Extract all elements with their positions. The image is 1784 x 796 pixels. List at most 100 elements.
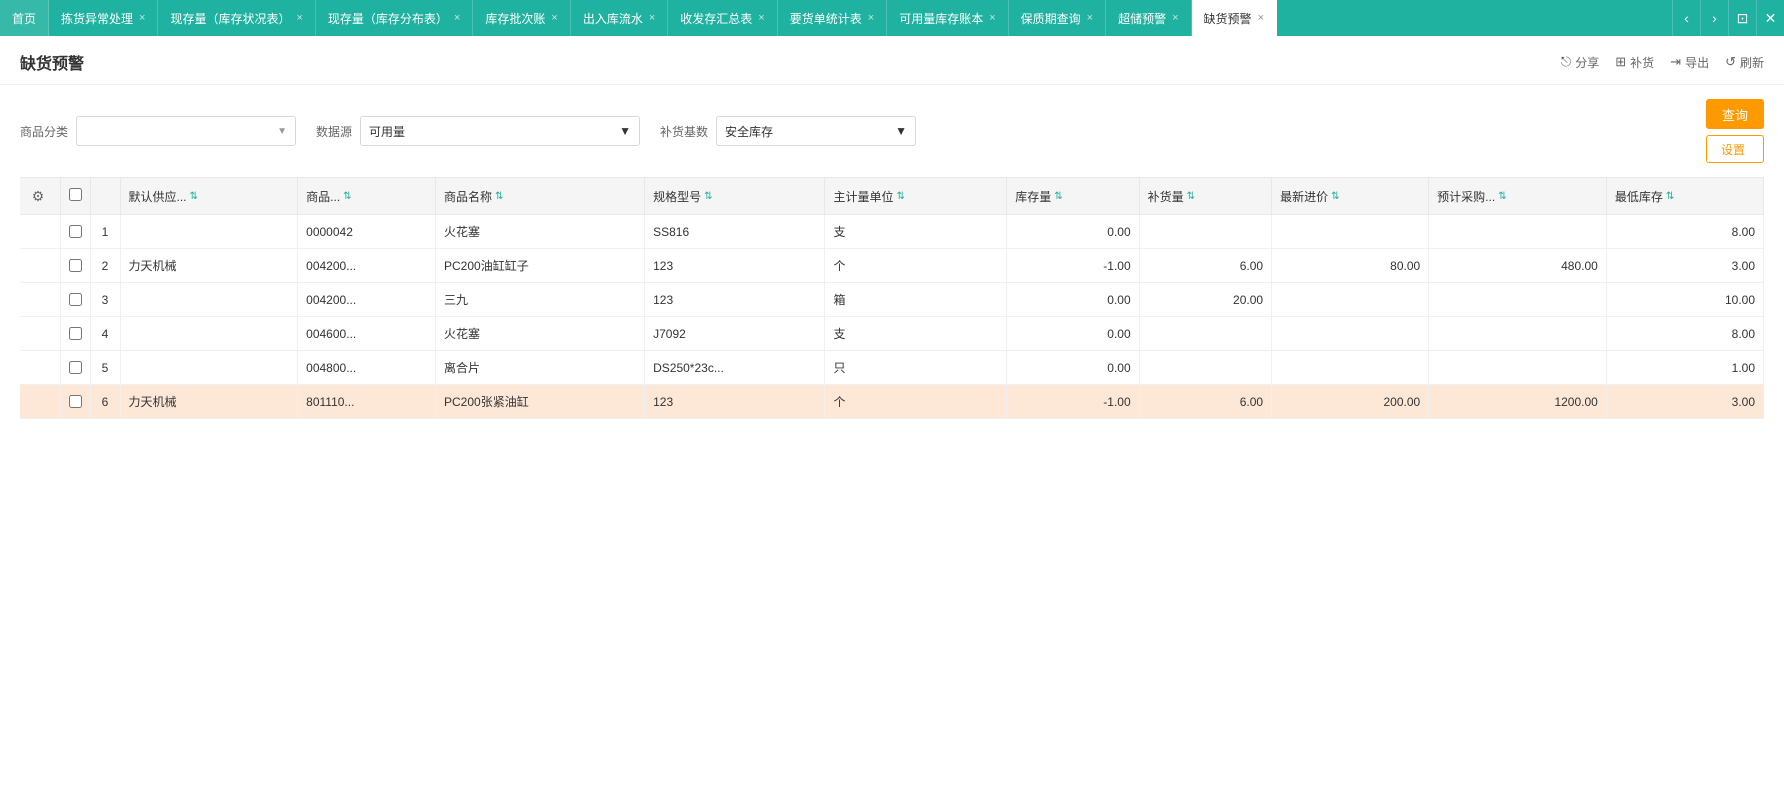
close-tab-picking[interactable]: × (139, 12, 145, 24)
category-label: 商品分类 (20, 123, 68, 140)
tab-picking[interactable]: 拣货异常处理 × (49, 0, 158, 36)
close-tab-flow[interactable]: × (649, 12, 655, 24)
th-replenish[interactable]: 补货量 ⇅ (1139, 178, 1271, 215)
tab-home[interactable]: 首页 (0, 0, 49, 36)
th-latest-price[interactable]: 最新进价 ⇅ (1272, 178, 1429, 215)
settings-button[interactable]: 设置 (1706, 135, 1764, 163)
close-tab-shortage[interactable]: × (1258, 12, 1264, 24)
tab-overstock[interactable]: 超储预警 × (1106, 0, 1191, 36)
close-tab-batch[interactable]: × (551, 12, 557, 24)
filter-bar: 商品分类 ▼ 数据源 可用量 ▼ 补货基数 安全库存 ▼ 查询 设置 (0, 85, 1784, 177)
row-stock: 0.00 (1007, 283, 1139, 317)
share-button[interactable]: ⎋ 分享 (1561, 54, 1599, 71)
row-checkbox[interactable] (69, 259, 82, 272)
th-spec[interactable]: 规格型号 ⇅ (645, 178, 825, 215)
replenish-button[interactable]: ⊞ 补货 (1615, 54, 1654, 71)
th-index (90, 178, 120, 215)
table-row: 1 0000042 火花塞 SS816 支 0.00 8.00 (20, 215, 1764, 249)
close-tab-stock-dist[interactable]: × (454, 12, 460, 24)
th-checkbox (60, 178, 90, 215)
tab-stock-status[interactable]: 现存量（库存状况表） × (158, 0, 315, 36)
row-gear-cell (20, 283, 60, 317)
tab-stock-dist[interactable]: 现存量（库存分布表） × (316, 0, 473, 36)
datasource-filter-group: 数据源 可用量 ▼ (316, 116, 640, 146)
sort-name-icon: ⇅ (495, 191, 503, 202)
table-header-row: ⚙ 默认供应... ⇅ 商品... (20, 178, 1764, 215)
main-table: ⚙ 默认供应... ⇅ 商品... (20, 177, 1764, 419)
row-checkbox-cell (60, 283, 90, 317)
row-latest-price: 200.00 (1272, 385, 1429, 419)
query-button[interactable]: 查询 (1706, 99, 1764, 129)
tab-available[interactable]: 可用量库存账本 × (887, 0, 1008, 36)
close-tab-summary[interactable]: × (758, 12, 764, 24)
row-name: 火花塞 (436, 215, 645, 249)
sort-supplier-icon: ⇅ (190, 191, 198, 202)
close-tab-available[interactable]: × (989, 12, 995, 24)
th-min-stock[interactable]: 最低库存 ⇅ (1606, 178, 1763, 215)
column-settings-icon[interactable]: ⚙ (28, 186, 48, 206)
close-tab-requisition[interactable]: × (868, 12, 874, 24)
table-row: 5 004800... 离合片 DS250*23c... 只 0.00 1.00 (20, 351, 1764, 385)
tab-batch[interactable]: 库存批次账 × (473, 0, 570, 36)
row-checkbox[interactable] (69, 293, 82, 306)
row-stock: 0.00 (1007, 215, 1139, 249)
row-checkbox-cell (60, 317, 90, 351)
sort-code-icon: ⇅ (343, 191, 351, 202)
row-name: PC200油缸缸子 (436, 249, 645, 283)
row-checkbox[interactable] (69, 361, 82, 374)
close-tab-expiry[interactable]: × (1087, 12, 1093, 24)
row-checkbox[interactable] (69, 225, 82, 238)
tab-close-button[interactable]: ✕ (1756, 0, 1784, 36)
th-supplier[interactable]: 默认供应... ⇅ (120, 178, 298, 215)
th-code[interactable]: 商品... ⇅ (298, 178, 436, 215)
select-all-checkbox[interactable] (69, 188, 82, 201)
tab-flow[interactable]: 出入库流水 × (571, 0, 668, 36)
sort-replenish-icon: ⇅ (1187, 191, 1195, 202)
row-supplier (120, 351, 298, 385)
row-index: 1 (90, 215, 120, 249)
row-stock: 0.00 (1007, 351, 1139, 385)
row-replenish (1139, 317, 1271, 351)
row-checkbox[interactable] (69, 327, 82, 340)
row-code: 0000042 (298, 215, 436, 249)
datasource-arrow: ▼ (619, 124, 631, 138)
row-checkbox[interactable] (69, 395, 82, 408)
tab-expiry[interactable]: 保质期查询 × (1009, 0, 1106, 36)
th-unit[interactable]: 主计量单位 ⇅ (825, 178, 1007, 215)
row-unit: 箱 (825, 283, 1007, 317)
refresh-button[interactable]: ↺ 刷新 (1725, 54, 1764, 71)
close-tab-overstock[interactable]: × (1172, 12, 1178, 24)
th-estimate-purchase[interactable]: 预计采购... ⇅ (1429, 178, 1607, 215)
row-supplier: 力天机械 (120, 249, 298, 283)
row-latest-price (1272, 317, 1429, 351)
row-checkbox-cell (60, 351, 90, 385)
tab-restore-button[interactable]: ⊡ (1728, 0, 1756, 36)
table-row: 4 004600... 火花塞 J7092 支 0.00 8.00 (20, 317, 1764, 351)
row-spec: 123 (645, 249, 825, 283)
th-gear[interactable]: ⚙ (20, 178, 60, 215)
close-tab-stock-status[interactable]: × (296, 12, 302, 24)
replenish-base-select[interactable]: 安全库存 ▼ (716, 116, 916, 146)
export-button[interactable]: ⇥ 导出 (1670, 54, 1709, 71)
sort-latest-price-icon: ⇅ (1331, 191, 1339, 202)
th-name[interactable]: 商品名称 ⇅ (436, 178, 645, 215)
row-unit: 支 (825, 317, 1007, 351)
tab-next-button[interactable]: › (1700, 0, 1728, 36)
header-actions: ⎋ 分享 ⊞ 补货 ⇥ 导出 ↺ 刷新 (1561, 54, 1764, 71)
tab-prev-button[interactable]: ‹ (1672, 0, 1700, 36)
table-body: 1 0000042 火花塞 SS816 支 0.00 8.00 2 力天机械 0… (20, 215, 1764, 419)
row-supplier: 力天机械 (120, 385, 298, 419)
tab-summary[interactable]: 收发存汇总表 × (668, 0, 777, 36)
category-select[interactable]: ▼ (76, 116, 296, 146)
tab-requisition[interactable]: 要货单统计表 × (778, 0, 887, 36)
row-code: 004800... (298, 351, 436, 385)
row-replenish (1139, 215, 1271, 249)
row-name: 火花塞 (436, 317, 645, 351)
row-spec: 123 (645, 283, 825, 317)
row-supplier (120, 317, 298, 351)
sort-stock-icon: ⇅ (1054, 191, 1062, 202)
tab-shortage[interactable]: 缺货预警 × (1192, 0, 1277, 36)
row-index: 2 (90, 249, 120, 283)
datasource-select[interactable]: 可用量 ▼ (360, 116, 640, 146)
th-stock[interactable]: 库存量 ⇅ (1007, 178, 1139, 215)
